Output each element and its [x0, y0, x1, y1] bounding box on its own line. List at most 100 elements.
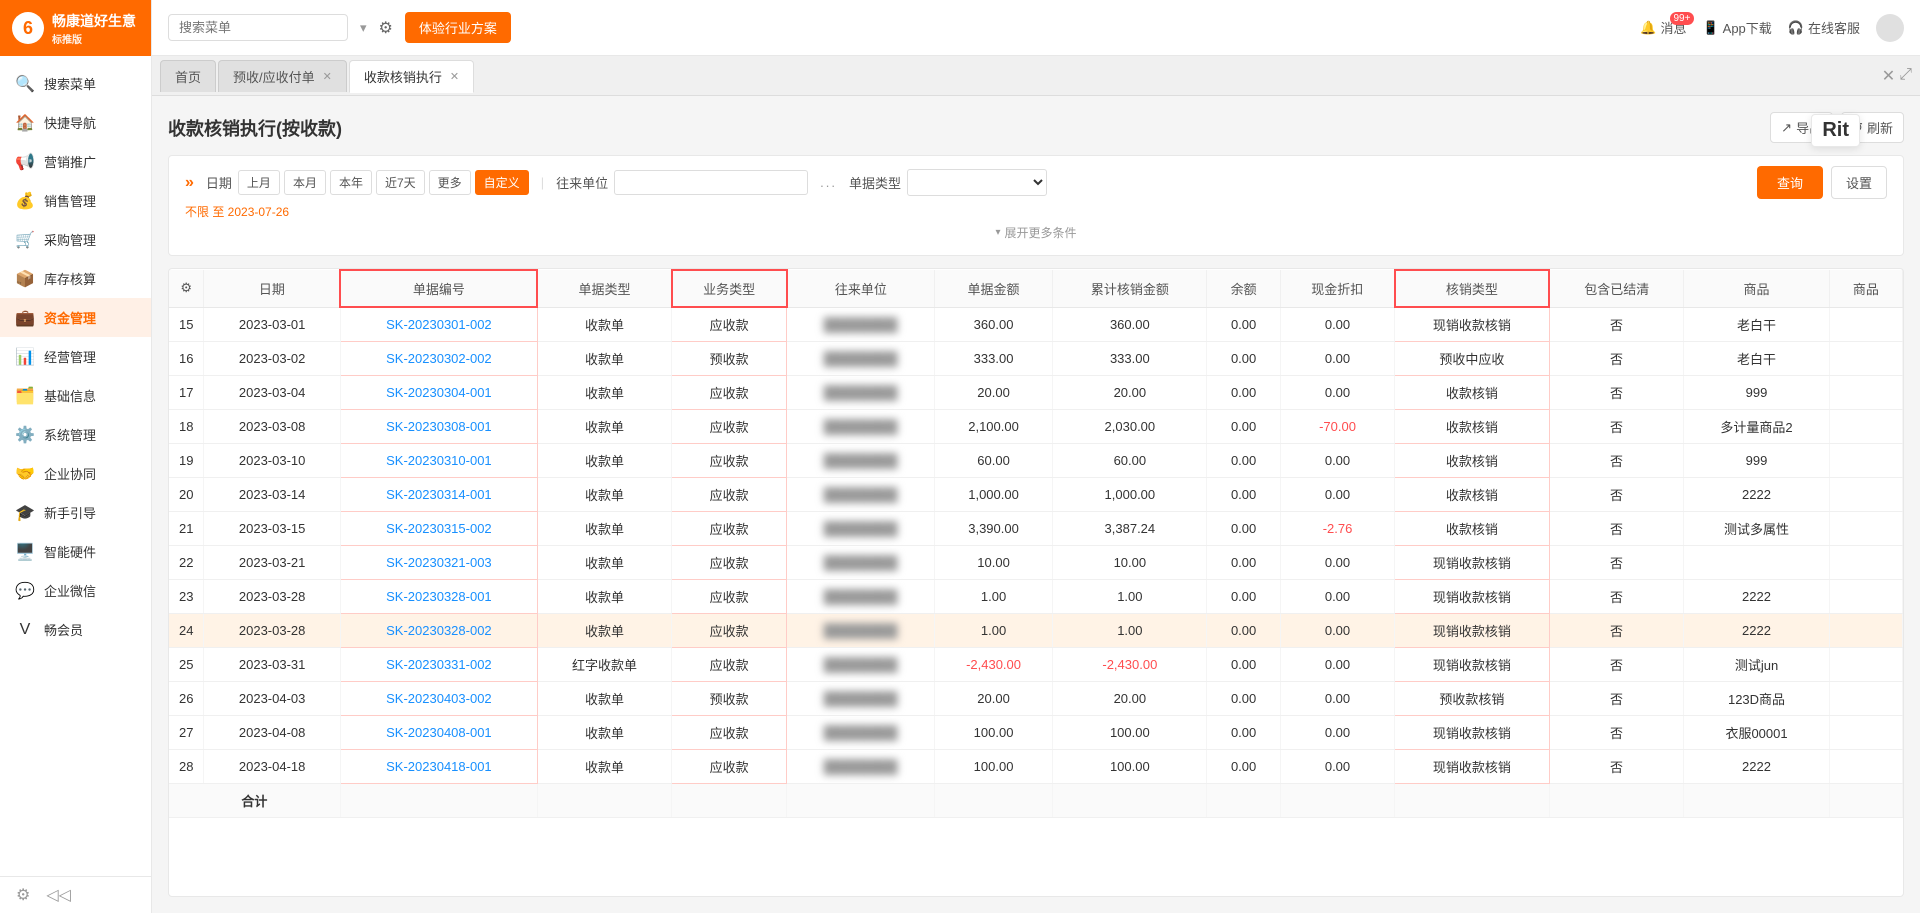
notification-bell[interactable]: 🔔 消息 99+ — [1640, 18, 1686, 37]
tab-prepay-close[interactable]: ✕ — [323, 70, 332, 83]
table-row[interactable]: 17 2023-03-04 SK-20230304-001 收款单 应收款 ██… — [169, 376, 1903, 410]
sidebar-item-finance[interactable]: 💼资金管理 — [0, 298, 151, 337]
dropdown-icon[interactable]: ▾ — [360, 20, 367, 36]
cell-goods2 — [1829, 716, 1902, 750]
doc-link[interactable]: SK-20230408-001 — [386, 725, 492, 740]
cell-balance: 0.00 — [1207, 682, 1280, 716]
sidebar-item-inventory[interactable]: 📦库存核算 — [0, 259, 151, 298]
doc-link[interactable]: SK-20230304-001 — [386, 385, 492, 400]
cell-partner: ████████ — [787, 410, 935, 444]
table-row[interactable]: 27 2023-04-08 SK-20230408-001 收款单 应收款 ██… — [169, 716, 1903, 750]
tab-verify-label: 收款核销执行 — [364, 67, 442, 86]
cell-partner: ████████ — [787, 376, 935, 410]
query-button[interactable]: 查询 — [1757, 166, 1823, 199]
online-support[interactable]: 🎧 在线客服 — [1788, 18, 1860, 37]
app-download[interactable]: 📱 App下载 — [1702, 18, 1771, 37]
sidebar-item-purchase[interactable]: 🛒采购管理 — [0, 220, 151, 259]
sidebar-item-wechat[interactable]: 💬企业微信 — [0, 571, 151, 610]
sidebar-item-guide[interactable]: 🎓新手引导 — [0, 493, 151, 532]
date-btn-last-month[interactable]: 上月 — [238, 170, 280, 195]
sidebar-menu: 🔍搜索菜单🏠快捷导航📢营销推广💰销售管理🛒采购管理📦库存核算💼资金管理📊经营管理… — [0, 56, 151, 876]
cell-biz-type: 预收款 — [672, 342, 787, 376]
doc-link[interactable]: SK-20230321-003 — [386, 555, 492, 570]
total-partner — [787, 784, 935, 818]
doc-link[interactable]: SK-20230328-002 — [386, 623, 492, 638]
table-row[interactable]: 20 2023-03-14 SK-20230314-001 收款单 应收款 ██… — [169, 478, 1903, 512]
tab-home[interactable]: 首页 — [160, 60, 216, 92]
tab-maximize[interactable]: ⤢ — [1899, 66, 1912, 86]
cell-include-settled: 否 — [1549, 580, 1684, 614]
cell-goods: 测试多属性 — [1684, 512, 1829, 546]
tab-verify[interactable]: 收款核销执行 ✕ — [349, 60, 474, 93]
doc-link[interactable]: SK-20230310-001 — [386, 453, 492, 468]
sidebar-item-system[interactable]: ⚙️系统管理 — [0, 415, 151, 454]
cell-date: 2023-03-10 — [204, 444, 340, 478]
table-row[interactable]: 21 2023-03-15 SK-20230315-002 收款单 应收款 ██… — [169, 512, 1903, 546]
table-row[interactable]: 26 2023-04-03 SK-20230403-002 收款单 预收款 ██… — [169, 682, 1903, 716]
doc-link[interactable]: SK-20230301-002 — [386, 317, 492, 332]
settings-icon[interactable]: ⚙ — [16, 885, 30, 905]
cell-verified: 3,387.24 — [1053, 512, 1207, 546]
settings-icon[interactable]: ⚙ — [379, 18, 393, 38]
expand-more-btn[interactable]: ▾ 展开更多条件 — [185, 220, 1887, 245]
table-row[interactable]: 23 2023-03-28 SK-20230328-001 收款单 应收款 ██… — [169, 580, 1903, 614]
sidebar-item-operation[interactable]: 📊经营管理 — [0, 337, 151, 376]
doc-link[interactable]: SK-20230315-002 — [386, 521, 492, 536]
date-btn-custom[interactable]: 自定义 — [475, 170, 529, 195]
tab-close-all[interactable]: ✕ — [1882, 66, 1895, 86]
sidebar-label-operation: 经营管理 — [44, 347, 96, 366]
table-row[interactable]: 28 2023-04-18 SK-20230418-001 收款单 应收款 ██… — [169, 750, 1903, 784]
total-verify-type — [1395, 784, 1549, 818]
doc-link[interactable]: SK-20230308-001 — [386, 419, 492, 434]
collapse-icon[interactable]: ◁◁ — [46, 885, 71, 905]
tab-verify-close[interactable]: ✕ — [450, 70, 459, 83]
sidebar-item-quick-nav[interactable]: 🏠快捷导航 — [0, 103, 151, 142]
sidebar-item-member[interactable]: V畅会员 — [0, 610, 151, 649]
sidebar-item-basic[interactable]: 🗂️基础信息 — [0, 376, 151, 415]
cell-doc-no: SK-20230310-001 — [340, 444, 537, 478]
solution-button[interactable]: 体验行业方案 — [405, 12, 511, 43]
expand-label: 展开更多条件 — [1005, 224, 1077, 241]
cell-goods: 多计量商品2 — [1684, 410, 1829, 444]
partner-filter-input[interactable] — [614, 170, 808, 195]
total-amount — [934, 784, 1052, 818]
cell-goods2 — [1829, 410, 1902, 444]
doc-link[interactable]: SK-20230302-002 — [386, 351, 492, 366]
doc-link[interactable]: SK-20230418-001 — [386, 759, 492, 774]
doc-link[interactable]: SK-20230314-001 — [386, 487, 492, 502]
col-header-gear[interactable]: ⚙ — [169, 270, 204, 307]
sidebar-item-marketing[interactable]: 📢营销推广 — [0, 142, 151, 181]
tabbar-actions: ✕ ⤢ — [1882, 66, 1912, 86]
table-row[interactable]: 18 2023-03-08 SK-20230308-001 收款单 应收款 ██… — [169, 410, 1903, 444]
table-row[interactable]: 22 2023-03-21 SK-20230321-003 收款单 应收款 ██… — [169, 546, 1903, 580]
date-btn-more[interactable]: 更多 — [429, 170, 471, 195]
table-row[interactable]: 15 2023-03-01 SK-20230301-002 收款单 应收款 ██… — [169, 307, 1903, 342]
cell-verified: 333.00 — [1053, 342, 1207, 376]
table-row[interactable]: 16 2023-03-02 SK-20230302-002 收款单 预收款 ██… — [169, 342, 1903, 376]
cell-goods: 2222 — [1684, 580, 1829, 614]
tab-prepay[interactable]: 预收/应收付单 ✕ — [218, 60, 347, 92]
doc-link[interactable]: SK-20230403-002 — [386, 691, 492, 706]
cell-include-settled: 否 — [1549, 512, 1684, 546]
search-input[interactable] — [168, 14, 348, 41]
date-btn-7days[interactable]: 近7天 — [376, 170, 425, 195]
filter-settings-button[interactable]: 设置 — [1831, 166, 1887, 199]
doc-link[interactable]: SK-20230331-002 — [386, 657, 492, 672]
filter-expand-btn[interactable]: » — [185, 174, 194, 192]
cell-no: 24 — [169, 614, 204, 648]
table-row[interactable]: 19 2023-03-10 SK-20230310-001 收款单 应收款 ██… — [169, 444, 1903, 478]
expand-chevron-icon: ▾ — [995, 227, 1000, 238]
doctype-filter-select[interactable] — [907, 169, 1047, 196]
doc-link[interactable]: SK-20230328-001 — [386, 589, 492, 604]
sidebar-item-hardware[interactable]: 🖥️智能硬件 — [0, 532, 151, 571]
table-row[interactable]: 24 2023-03-28 SK-20230328-002 收款单 应收款 ██… — [169, 614, 1903, 648]
date-btn-this-month[interactable]: 本月 — [284, 170, 326, 195]
table-row[interactable]: 25 2023-03-31 SK-20230331-002 红字收款单 应收款 … — [169, 648, 1903, 682]
date-btn-this-year[interactable]: 本年 — [330, 170, 372, 195]
sidebar-item-sales[interactable]: 💰销售管理 — [0, 181, 151, 220]
cell-no: 26 — [169, 682, 204, 716]
sidebar-item-search[interactable]: 🔍搜索菜单 — [0, 64, 151, 103]
sidebar-item-enterprise[interactable]: 🤝企业协同 — [0, 454, 151, 493]
cell-discount: 0.00 — [1280, 307, 1395, 342]
wechat-icon: 💬 — [16, 582, 34, 600]
